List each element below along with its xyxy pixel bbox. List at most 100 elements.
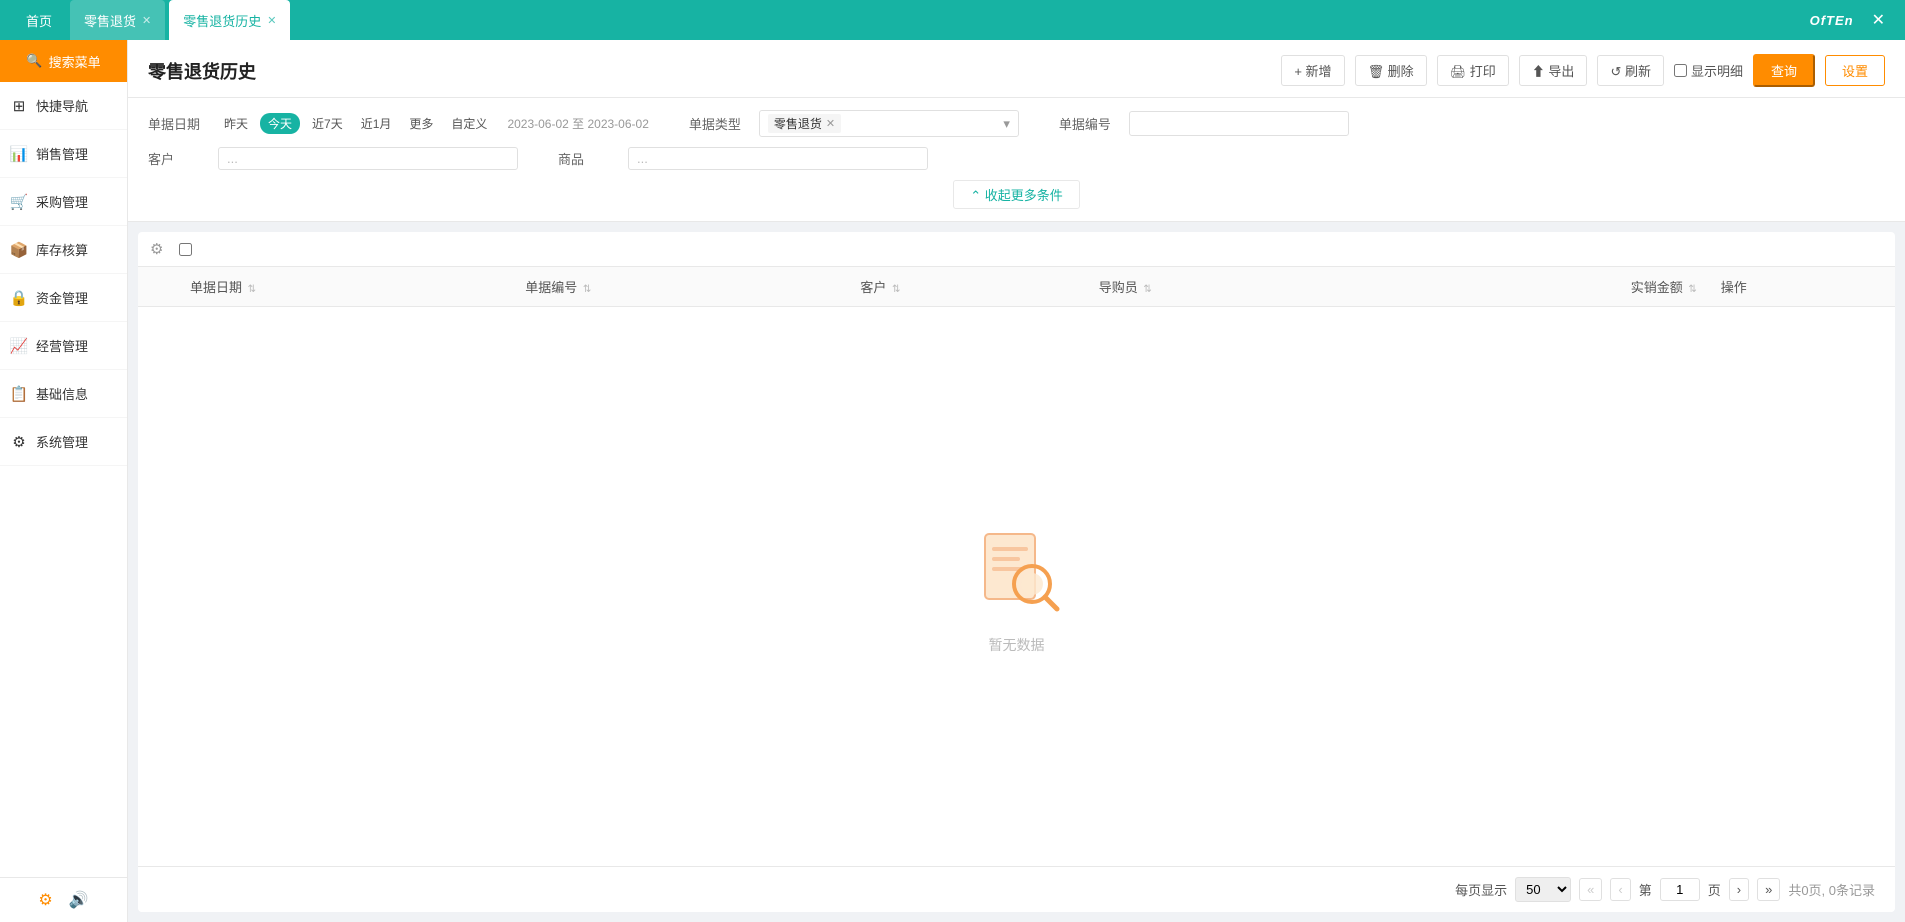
date-filter-label: 单据日期 xyxy=(148,114,218,133)
col-amount-label: 实销金额 xyxy=(1631,280,1683,295)
tab-home[interactable]: 首页 xyxy=(12,0,66,40)
date-options: 昨天 今天 近7天 近1月 更多 自定义 2023-06-02 至 2023-0… xyxy=(218,113,649,134)
sidebar-item-system-mgmt[interactable]: ⚙ 系统管理 xyxy=(0,418,127,466)
type-dropdown-icon[interactable]: ▾ xyxy=(1003,116,1010,132)
date-option-today[interactable]: 今天 xyxy=(260,113,300,134)
sidebar-item-quick-nav[interactable]: ⊞ 快捷导航 xyxy=(0,82,127,130)
date-option-more[interactable]: 更多 xyxy=(403,113,439,134)
filter-area: 单据日期 昨天 今天 近7天 近1月 更多 自定义 2023-06-02 至 2… xyxy=(128,98,1905,222)
col-guide-sort-icon[interactable]: ⇅ xyxy=(1143,284,1151,295)
col-number-sort-icon[interactable]: ⇅ xyxy=(583,284,591,295)
export-button[interactable]: ⬆ 导出 xyxy=(1519,55,1588,86)
purchase-mgmt-icon: 🛒 xyxy=(10,193,28,211)
doc-number-input[interactable] xyxy=(1129,111,1349,136)
type-tag-close-icon[interactable]: ✕ xyxy=(826,117,835,130)
sidebar-search[interactable]: 🔍 搜索菜单 xyxy=(0,40,127,82)
col-guide-label: 导购员 xyxy=(1099,280,1138,295)
sales-mgmt-icon: 📊 xyxy=(10,145,28,163)
quick-nav-icon: ⊞ xyxy=(10,97,28,115)
sidebar-item-purchase-mgmt[interactable]: 🛒 采购管理 xyxy=(0,178,127,226)
refresh-button[interactable]: ↺ 刷新 xyxy=(1597,55,1664,86)
sidebar-item-sales-mgmt-label: 销售管理 xyxy=(36,144,88,163)
tab-retail-return-history-close[interactable]: ✕ xyxy=(267,14,276,27)
setting-button[interactable]: 设置 xyxy=(1825,55,1885,86)
last-page-button[interactable]: » xyxy=(1757,878,1780,901)
sidebar-search-label: 搜索菜单 xyxy=(49,52,101,71)
sidebar-item-system-mgmt-label: 系统管理 xyxy=(36,432,88,451)
goods-filter-box[interactable]: ... xyxy=(628,147,928,170)
per-page-select[interactable]: 10 20 50 100 xyxy=(1515,877,1571,902)
sidebar-item-inventory-label: 库存核算 xyxy=(36,240,88,259)
tab-retail-return-history[interactable]: 零售退货历史 ✕ xyxy=(169,0,290,40)
col-amount-sort-icon[interactable]: ⇅ xyxy=(1688,284,1696,295)
sidebar-sound-button[interactable]: 🔊 xyxy=(69,890,89,910)
col-date-label: 单据日期 xyxy=(190,280,242,295)
top-bar: 首页 零售退货 ✕ 零售退货历史 ✕ OfTEn ✕ xyxy=(0,0,1905,40)
tab-retail-return-close[interactable]: ✕ xyxy=(142,14,151,27)
customer-filter-label: 客户 xyxy=(148,149,218,168)
page-title: 零售退货历史 xyxy=(148,58,256,84)
show-detail-checkbox[interactable] xyxy=(1674,64,1687,77)
col-customer-label: 客户 xyxy=(860,280,886,295)
content-area: 零售退货历史 + 新增 🗑 删除 🖨 打印 ⬆ 导出 ↺ 刷新 显示明细 查询 … xyxy=(128,40,1905,922)
per-page-label: 每页显示 xyxy=(1455,880,1507,899)
empty-state: 暂无数据 xyxy=(138,307,1895,866)
col-date-sort-icon[interactable]: ⇅ xyxy=(248,284,256,295)
collapse-button[interactable]: ⌃ 收起更多条件 xyxy=(953,180,1080,209)
delete-button[interactable]: 🗑 删除 xyxy=(1355,55,1427,86)
brand-text: OfTEn xyxy=(1810,13,1854,28)
col-date[interactable]: 单据日期 ⇅ xyxy=(178,267,513,307)
tab-bar: 首页 零售退货 ✕ 零售退货历史 ✕ xyxy=(12,0,1810,40)
app-close-button[interactable]: ✕ xyxy=(1864,6,1893,34)
col-action: 操作 xyxy=(1709,267,1895,307)
col-action-label: 操作 xyxy=(1721,280,1747,295)
page-suffix: 页 xyxy=(1708,880,1721,899)
type-filter-box[interactable]: 零售退货 ✕ ▾ xyxy=(759,110,1019,137)
query-button[interactable]: 查询 xyxy=(1753,54,1815,87)
tab-retail-return-history-label: 零售退货历史 xyxy=(183,11,261,30)
sidebar-item-operations[interactable]: 📈 经营管理 xyxy=(0,322,127,370)
print-button[interactable]: 🖨 打印 xyxy=(1437,55,1509,86)
sidebar-item-operations-label: 经营管理 xyxy=(36,336,88,355)
table-settings-icon[interactable]: ⚙ xyxy=(150,240,163,258)
select-all-checkbox[interactable] xyxy=(179,243,192,256)
data-table: 单据日期 ⇅ 单据编号 ⇅ 客户 ⇅ xyxy=(138,267,1895,307)
main-layout: 🔍 搜索菜单 ⊞ 快捷导航 📊 销售管理 🛒 采购管理 📦 库存核算 🔒 xyxy=(0,40,1905,922)
filter-row-2: 客户 ... 商品 ... xyxy=(148,147,1885,170)
sidebar-item-inventory[interactable]: 📦 库存核算 xyxy=(0,226,127,274)
col-amount[interactable]: 实销金额 ⇅ xyxy=(1374,267,1709,307)
customer-filter-box[interactable]: ... xyxy=(218,147,518,170)
new-button[interactable]: + 新增 xyxy=(1281,55,1344,86)
col-guide[interactable]: 导购员 ⇅ xyxy=(1087,267,1374,307)
sidebar-item-sales-mgmt[interactable]: 📊 销售管理 xyxy=(0,130,127,178)
sidebar-gear-button[interactable]: ⚙ xyxy=(38,890,52,910)
date-option-7days[interactable]: 近7天 xyxy=(306,113,349,134)
prev-page-button[interactable]: ‹ xyxy=(1610,878,1630,901)
show-detail-text: 显示明细 xyxy=(1691,61,1743,80)
sidebar-item-purchase-mgmt-label: 采购管理 xyxy=(36,192,88,211)
tab-retail-return-label: 零售退货 xyxy=(84,11,136,30)
date-option-custom[interactable]: 自定义 xyxy=(445,113,493,134)
col-number-label: 单据编号 xyxy=(525,280,577,295)
date-option-yesterday[interactable]: 昨天 xyxy=(218,113,254,134)
doc-number-filter-label: 单据编号 xyxy=(1059,114,1129,133)
sidebar-item-finance[interactable]: 🔒 资金管理 xyxy=(0,274,127,322)
date-option-1month[interactable]: 近1月 xyxy=(355,113,398,134)
goods-placeholder: ... xyxy=(637,151,648,166)
first-page-button[interactable]: « xyxy=(1579,878,1602,901)
basic-info-icon: 📋 xyxy=(10,385,28,403)
sidebar-item-finance-label: 资金管理 xyxy=(36,288,88,307)
type-filter-label: 单据类型 xyxy=(689,114,759,133)
page-label: 第 xyxy=(1639,880,1652,899)
sidebar-item-basic-info[interactable]: 📋 基础信息 xyxy=(0,370,127,418)
sidebar-item-basic-info-label: 基础信息 xyxy=(36,384,88,403)
page-number-input[interactable] xyxy=(1660,878,1700,901)
show-detail-label: 显示明细 xyxy=(1674,61,1743,80)
col-customer[interactable]: 客户 ⇅ xyxy=(848,267,1086,307)
next-page-button[interactable]: › xyxy=(1729,878,1749,901)
table-toolbar: ⚙ xyxy=(138,232,1895,267)
col-customer-sort-icon[interactable]: ⇅ xyxy=(892,284,900,295)
col-number[interactable]: 单据编号 ⇅ xyxy=(513,267,848,307)
date-range-text: 2023-06-02 至 2023-06-02 xyxy=(507,115,648,132)
tab-retail-return[interactable]: 零售退货 ✕ xyxy=(70,0,165,40)
